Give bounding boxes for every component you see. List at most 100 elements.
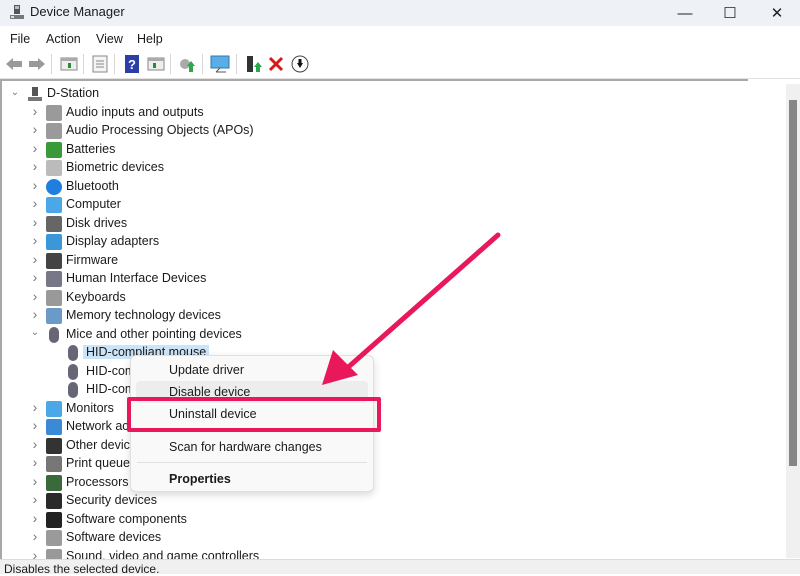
chevron-right-icon[interactable]: › — [30, 473, 40, 489]
tree-category-label: Security devices — [66, 493, 158, 507]
chevron-right-icon[interactable]: › — [30, 528, 40, 544]
show-hide-console-tree-button[interactable] — [59, 54, 79, 74]
tree-category-label: Firmware — [66, 252, 119, 267]
battery-icon — [46, 141, 62, 158]
back-icon — [6, 58, 22, 70]
tree-category-label: Print queue — [66, 456, 130, 470]
menu-item-update-driver[interactable]: Update driver — [136, 359, 368, 381]
forward-button[interactable] — [27, 54, 47, 74]
status-bar: Disables the selected device. — [0, 559, 800, 576]
tree-category-label: Software devices — [66, 530, 162, 544]
scan-hardware-icon — [210, 55, 230, 73]
tree-category[interactable]: › Software components — [2, 510, 702, 529]
title-bar: Device Manager — ☐ ✕ — [0, 0, 800, 26]
uninstall-device-button[interactable] — [266, 54, 286, 74]
tree-category-label: Biometric devices — [66, 160, 164, 174]
vertical-scrollbar[interactable] — [786, 84, 800, 558]
back-button[interactable] — [4, 54, 24, 74]
chevron-right-icon[interactable]: › — [30, 491, 40, 507]
tree-category[interactable]: › Computer — [2, 195, 702, 214]
tree-category[interactable]: › Audio inputs and outputs — [2, 103, 702, 122]
hid-icon — [46, 271, 62, 287]
chevron-down-icon[interactable]: ⌄ — [10, 87, 20, 98]
properties-icon — [92, 55, 108, 73]
enable-device-button[interactable] — [244, 54, 264, 74]
tree-category[interactable]: › Human Interface Devices — [2, 269, 702, 288]
window-title: Device Manager — [30, 4, 125, 19]
update-driver-button[interactable] — [177, 54, 197, 74]
device-item-label: HID-com — [86, 363, 136, 378]
chevron-down-icon[interactable]: ⌄ — [30, 327, 40, 338]
console-tree-icon — [60, 57, 78, 71]
chevron-right-icon[interactable]: › — [30, 306, 40, 322]
mouse-icon — [68, 382, 78, 398]
chevron-right-icon[interactable]: › — [30, 269, 40, 285]
minimize-button[interactable]: — — [662, 0, 708, 26]
security-icon — [46, 493, 62, 509]
tree-category-label: Processors — [66, 474, 129, 489]
close-button[interactable]: ✕ — [754, 0, 800, 26]
tree-category-label: Keyboards — [66, 289, 126, 304]
chevron-right-icon[interactable]: › — [30, 510, 40, 526]
chevron-right-icon[interactable]: › — [30, 158, 40, 174]
tree-root-label: D-Station — [47, 86, 100, 100]
mouse-icon — [68, 345, 78, 361]
tree-category[interactable]: › Memory technology devices — [2, 306, 702, 325]
chevron-right-icon[interactable]: › — [30, 399, 40, 415]
tree-category[interactable]: › Keyboards — [2, 288, 702, 307]
close-icon: ✕ — [770, 5, 784, 22]
tree-root[interactable]: ⌄ D-Station — [2, 85, 702, 103]
menu-help[interactable]: Help — [137, 32, 163, 46]
scrollbar-thumb[interactable] — [789, 100, 797, 466]
tree-category[interactable]: › Security devices — [2, 491, 702, 510]
tree-category[interactable]: › Bluetooth — [2, 177, 702, 196]
tree-category[interactable]: › Firmware — [2, 251, 702, 270]
chevron-right-icon[interactable]: › — [30, 103, 40, 119]
tree-category[interactable]: › Biometric devices — [2, 158, 702, 177]
chevron-right-icon[interactable]: › — [30, 195, 40, 211]
uninstall-icon — [268, 56, 284, 72]
chevron-right-icon[interactable]: › — [30, 288, 40, 304]
chevron-right-icon[interactable]: › — [30, 140, 40, 156]
software-device-icon — [46, 530, 62, 546]
toolbar: ? — [0, 50, 800, 79]
tree-category-label: Bluetooth — [66, 178, 119, 193]
chevron-right-icon[interactable]: › — [30, 436, 40, 452]
action-pane-button[interactable] — [146, 54, 166, 74]
menu-bar: File Action View Help — [0, 27, 800, 50]
menu-view[interactable]: View — [96, 32, 123, 46]
network-icon — [46, 419, 62, 435]
chevron-right-icon[interactable]: › — [30, 177, 40, 193]
properties-button[interactable] — [90, 54, 110, 74]
device-tree: ⌄ D-Station › Audio inputs and outputs › Au… — [0, 79, 748, 561]
scan-hardware-button[interactable] — [210, 54, 230, 74]
forward-icon — [29, 58, 45, 70]
disable-device-button[interactable] — [290, 54, 310, 74]
chevron-right-icon[interactable]: › — [30, 251, 40, 267]
tree-category[interactable]: › Batteries — [2, 140, 702, 159]
disk-icon — [46, 215, 62, 232]
menu-file[interactable]: File — [10, 32, 30, 46]
monitor-icon — [46, 197, 62, 213]
chevron-right-icon[interactable]: › — [30, 214, 40, 230]
action-pane-icon — [147, 57, 165, 71]
menu-item-scan-hardware[interactable]: Scan for hardware changes — [136, 436, 368, 458]
keyboard-icon — [46, 289, 62, 306]
help-button[interactable]: ? — [122, 54, 142, 74]
bluetooth-icon — [46, 178, 62, 195]
minimize-icon: — — [677, 4, 693, 22]
chevron-right-icon[interactable]: › — [30, 232, 40, 248]
mouse-icon — [68, 363, 78, 380]
tree-category[interactable]: › Disk drives — [2, 214, 702, 233]
tree-category[interactable]: › Audio Processing Objects (APOs) — [2, 121, 702, 140]
maximize-button[interactable]: ☐ — [707, 0, 753, 26]
tree-category[interactable]: ⌄ Mice and other pointing devices — [2, 326, 702, 344]
chevron-right-icon[interactable]: › — [30, 121, 40, 137]
menu-item-properties[interactable]: Properties — [136, 468, 368, 490]
chevron-right-icon[interactable]: › — [30, 454, 40, 470]
menu-action[interactable]: Action — [46, 32, 81, 46]
display-adapter-icon — [46, 234, 62, 250]
tree-category[interactable]: › Software devices — [2, 528, 702, 547]
tree-category[interactable]: › Display adapters — [2, 232, 702, 251]
chevron-right-icon[interactable]: › — [30, 417, 40, 433]
